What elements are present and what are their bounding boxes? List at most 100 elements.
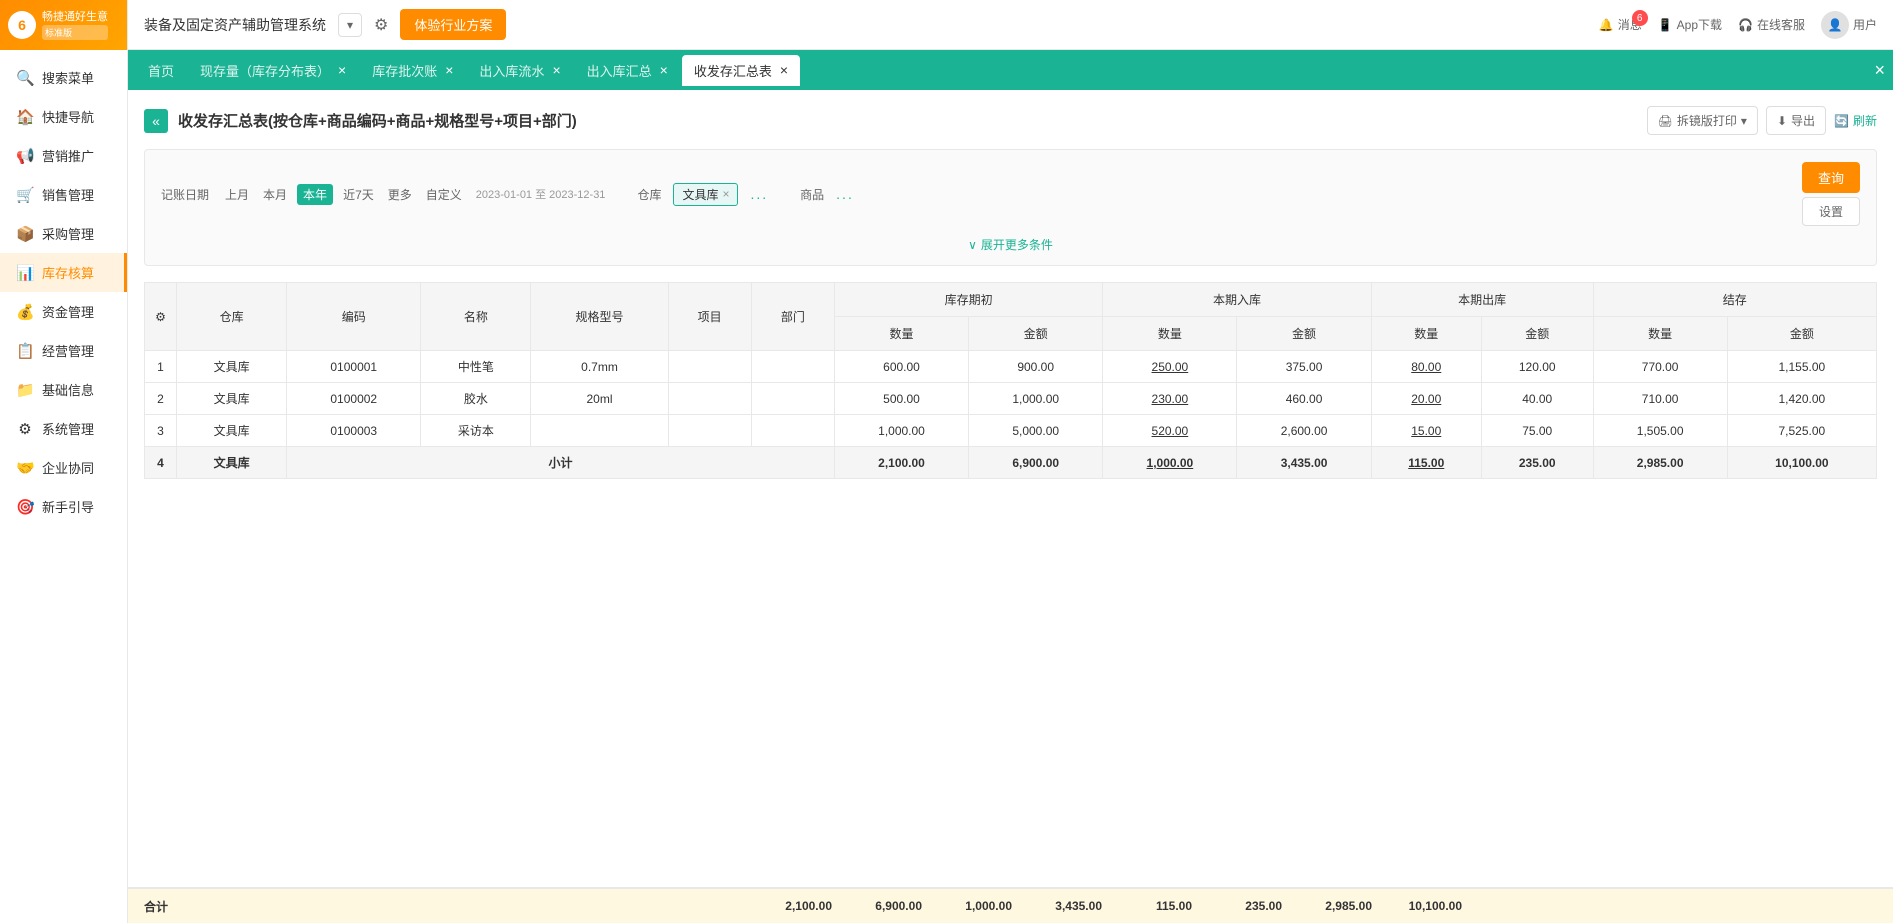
total-in-qty: 1,000.00 bbox=[934, 899, 1024, 913]
tab-inout-summary[interactable]: 出入库汇总 × bbox=[575, 55, 680, 86]
target-icon: 🎯 bbox=[16, 498, 34, 516]
sidebar-item-marketing[interactable]: 📢 营销推广 bbox=[0, 136, 127, 175]
sidebar-item-label: 新手引导 bbox=[42, 497, 94, 516]
expand-button[interactable]: ∨ 展开更多条件 bbox=[968, 236, 1053, 253]
footer-total: 合计 2,100.00 6,900.00 1,000.00 3,435.00 1… bbox=[128, 887, 1893, 923]
warehouse-tag-close[interactable]: × bbox=[722, 187, 729, 201]
date-btn-custom[interactable]: 自定义 bbox=[422, 184, 466, 205]
date-btn-this-year[interactable]: 本年 bbox=[297, 184, 333, 205]
query-section: 查询 设置 bbox=[1802, 162, 1860, 226]
sidebar-item-operations[interactable]: 📋 经营管理 bbox=[0, 331, 127, 370]
date-btn-this-month[interactable]: 本月 bbox=[259, 184, 291, 205]
th-settings[interactable]: ⚙ bbox=[145, 283, 177, 351]
logo-area: 6 畅捷通好生意 标准版 bbox=[0, 0, 127, 50]
row-opening-amt: 5,000.00 bbox=[969, 415, 1103, 447]
gear-icon: ⚙ bbox=[16, 420, 34, 438]
tab-inventory-dist-close[interactable]: × bbox=[338, 62, 346, 78]
tab-inout-summary-close[interactable]: × bbox=[660, 62, 668, 78]
subtotal-closing-qty: 2,985.00 bbox=[1593, 447, 1727, 479]
th-out-qty: 数量 bbox=[1371, 317, 1481, 351]
subtotal-out-qty[interactable]: 115.00 bbox=[1371, 447, 1481, 479]
total-in-amt: 3,435.00 bbox=[1024, 899, 1114, 913]
sidebar-item-sales[interactable]: 🛒 销售管理 bbox=[0, 175, 127, 214]
user-label: 用户 bbox=[1853, 16, 1877, 33]
tab-home[interactable]: 首页 bbox=[136, 55, 186, 86]
avatar: 👤 bbox=[1821, 11, 1849, 39]
sidebar-item-purchase[interactable]: 📦 采购管理 bbox=[0, 214, 127, 253]
online-service-action[interactable]: 🎧 在线客服 bbox=[1738, 16, 1805, 33]
set-button[interactable]: 设置 bbox=[1802, 197, 1860, 226]
row-opening-qty: 600.00 bbox=[834, 351, 968, 383]
export-button[interactable]: ⬇ 导出 bbox=[1766, 106, 1826, 135]
sidebar-item-system[interactable]: ⚙ 系统管理 bbox=[0, 409, 127, 448]
sidebar-item-label: 基础信息 bbox=[42, 380, 94, 399]
sidebar-item-quick-nav[interactable]: 🏠 快捷导航 bbox=[0, 97, 127, 136]
warehouse-dots[interactable]: ... bbox=[750, 186, 768, 202]
tab-batch-ledger[interactable]: 库存批次账 × bbox=[360, 55, 465, 86]
subtotal-in-qty[interactable]: 1,000.00 bbox=[1103, 447, 1237, 479]
tab-inout-flow-close[interactable]: × bbox=[552, 62, 560, 78]
row-in-amt: 460.00 bbox=[1237, 383, 1371, 415]
tab-batch-ledger-close[interactable]: × bbox=[445, 62, 453, 78]
row-out-qty[interactable]: 80.00 bbox=[1371, 351, 1481, 383]
sidebar-item-inventory[interactable]: 📊 库存核算 bbox=[0, 253, 127, 292]
date-label: 记账日期 bbox=[161, 186, 209, 203]
row-out-qty[interactable]: 15.00 bbox=[1371, 415, 1481, 447]
th-warehouse: 仓库 bbox=[177, 283, 287, 351]
sidebar-item-guide[interactable]: 🎯 新手引导 bbox=[0, 487, 127, 526]
sidebar-item-basic-info[interactable]: 📁 基础信息 bbox=[0, 370, 127, 409]
clipboard-icon: 📋 bbox=[16, 342, 34, 360]
date-btn-7days[interactable]: 近7天 bbox=[339, 184, 378, 205]
row-in-qty[interactable]: 520.00 bbox=[1103, 415, 1237, 447]
date-btn-last-month[interactable]: 上月 bbox=[221, 184, 253, 205]
row-opening-qty: 1,000.00 bbox=[834, 415, 968, 447]
sidebar-item-label: 库存核算 bbox=[42, 263, 94, 282]
filter-area: 记账日期 上月 本月 本年 近7天 更多 自定义 2023-01-01 至 20… bbox=[144, 149, 1877, 266]
tab-inout-summary-label: 出入库汇总 bbox=[587, 61, 652, 80]
filter-expand-row: ∨ 展开更多条件 bbox=[161, 236, 1860, 253]
tab-receive-send-close[interactable]: × bbox=[780, 62, 788, 78]
row-in-qty[interactable]: 230.00 bbox=[1103, 383, 1237, 415]
collapse-btn[interactable]: « bbox=[144, 109, 168, 133]
sidebar-item-search[interactable]: 🔍 搜索菜单 bbox=[0, 58, 127, 97]
goods-dots[interactable]: ... bbox=[836, 186, 854, 202]
query-button[interactable]: 查询 bbox=[1802, 162, 1860, 193]
tab-inventory-dist[interactable]: 现存量（库存分布表） × bbox=[188, 55, 358, 86]
th-goods-name: 名称 bbox=[421, 283, 531, 351]
tab-receive-send[interactable]: 收发存汇总表 × bbox=[682, 55, 800, 86]
messages-action[interactable]: 🔔 消息 6 bbox=[1599, 16, 1642, 33]
trial-button[interactable]: 体验行业方案 bbox=[400, 9, 506, 40]
user-action[interactable]: 👤 用户 bbox=[1821, 11, 1877, 39]
date-btn-more[interactable]: 更多 bbox=[384, 184, 416, 205]
subtotal-closing-amt: 10,100.00 bbox=[1727, 447, 1876, 479]
sidebar-item-label: 系统管理 bbox=[42, 419, 94, 438]
print-button[interactable]: 🖨 拆镜版打印 ▾ bbox=[1647, 106, 1758, 135]
tab-inout-flow[interactable]: 出入库流水 × bbox=[467, 55, 572, 86]
th-closing: 结存 bbox=[1593, 283, 1876, 317]
app-download-label: App下载 bbox=[1677, 16, 1722, 33]
th-in: 本期入库 bbox=[1103, 283, 1371, 317]
app-download-action[interactable]: 📱 App下载 bbox=[1658, 16, 1722, 33]
subtotal-no: 4 bbox=[145, 447, 177, 479]
headset-icon: 🎧 bbox=[1738, 18, 1753, 32]
row-warehouse: 文具库 bbox=[177, 351, 287, 383]
table-row: 1 文具库 0100001 中性笔 0.7mm 600.00 900.00 25… bbox=[145, 351, 1877, 383]
date-filters: 上月 本月 本年 近7天 更多 自定义 2023-01-01 至 2023-12… bbox=[221, 184, 605, 205]
goods-label: 商品 bbox=[800, 186, 824, 203]
row-out-qty[interactable]: 20.00 bbox=[1371, 383, 1481, 415]
sidebar-item-finance[interactable]: 💰 资金管理 bbox=[0, 292, 127, 331]
sidebar-item-enterprise[interactable]: 🤝 企业协同 bbox=[0, 448, 127, 487]
system-dropdown[interactable]: ▾ bbox=[338, 13, 362, 37]
tab-batch-ledger-label: 库存批次账 bbox=[372, 61, 437, 80]
close-all-tabs[interactable]: × bbox=[1874, 60, 1885, 81]
row-goods-spec: 20ml bbox=[531, 383, 668, 415]
th-opening-amt: 金额 bbox=[969, 317, 1103, 351]
sidebar-item-label: 搜索菜单 bbox=[42, 68, 94, 87]
row-out-amt: 40.00 bbox=[1481, 383, 1593, 415]
row-in-qty[interactable]: 250.00 bbox=[1103, 351, 1237, 383]
search-icon: 🔍 bbox=[16, 69, 34, 87]
chart-icon: 📊 bbox=[16, 264, 34, 282]
refresh-button[interactable]: 🔄 刷新 bbox=[1834, 112, 1877, 129]
total-closing-amt: 10,100.00 bbox=[1384, 899, 1474, 913]
settings-icon[interactable]: ⚙ bbox=[374, 15, 388, 35]
